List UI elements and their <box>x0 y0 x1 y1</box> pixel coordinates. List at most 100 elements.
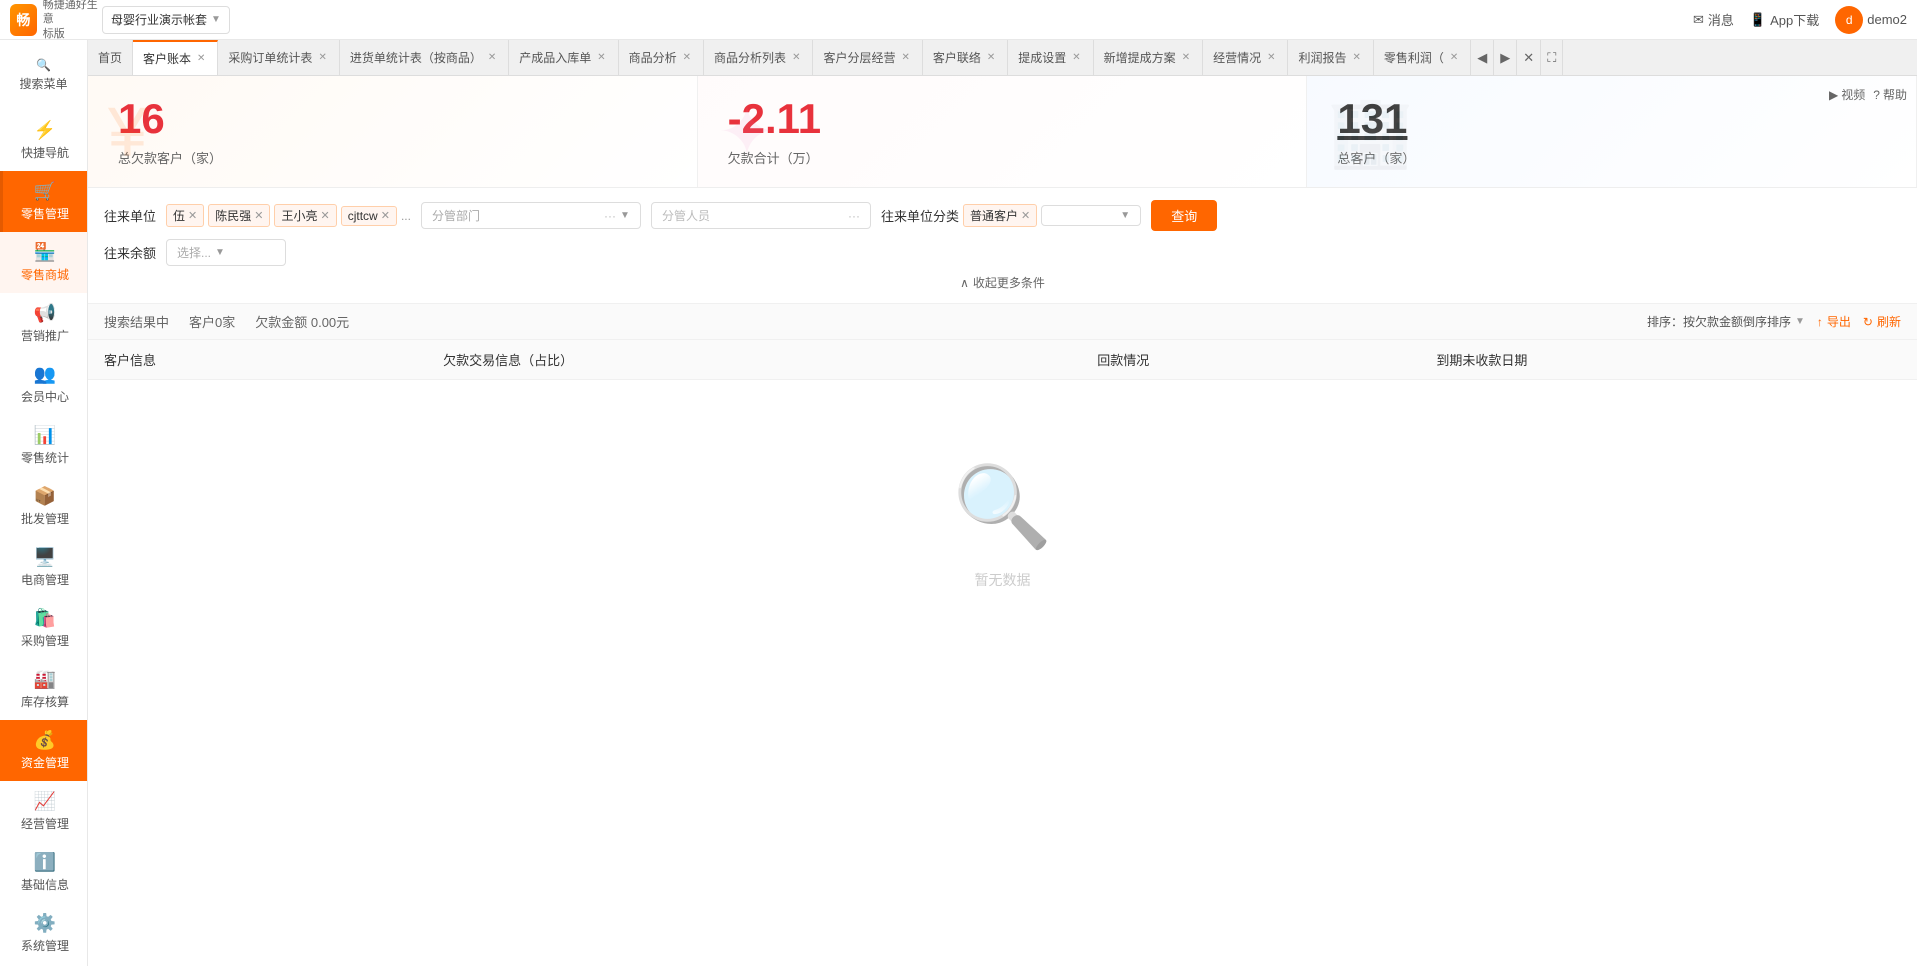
tab-home[interactable]: 首页 <box>88 40 133 76</box>
tab-retail-profit[interactable]: 零售利润（ ✕ <box>1374 40 1471 76</box>
classify-tag-normal: 普通客户 ✕ <box>963 204 1037 227</box>
receivable-amount: 欠款金额 0.00元 <box>255 312 349 331</box>
tab-close-operation-status[interactable]: ✕ <box>1265 51 1277 64</box>
sidebar-item-member[interactable]: 👥 会员中心 <box>0 354 87 415</box>
tab-goods-analysis-list[interactable]: 商品分析列表 ✕ <box>704 40 813 76</box>
capital-icon: 💰 <box>34 730 56 751</box>
tab-customer-tier[interactable]: 客户分层经营 ✕ <box>813 40 922 76</box>
balance-chevron-icon: ▼ <box>215 247 225 258</box>
video-icon: ▶ <box>1829 88 1838 102</box>
tab-close-retail-profit[interactable]: ✕ <box>1448 51 1460 64</box>
sidebar-item-capital[interactable]: 💰 资金管理 <box>0 720 87 781</box>
tab-close-customer-tier[interactable]: ✕ <box>899 51 911 64</box>
filter-area: 往来单位 伍 ✕ 陈民强 ✕ 王小亮 <box>88 188 1917 304</box>
sidebar-search-area: 🔍 搜索菜单 <box>0 40 87 110</box>
tab-profit-report[interactable]: 利润报告 ✕ <box>1288 40 1373 76</box>
unit-tag-more[interactable]: ... <box>401 209 411 223</box>
tab-close-accounts-receivable[interactable]: ✕ <box>195 52 207 65</box>
classify-dropdown[interactable]: ▼ <box>1041 205 1141 226</box>
classify-tag-close[interactable]: ✕ <box>1021 209 1030 222</box>
tab-close-profit-report[interactable]: ✕ <box>1351 51 1363 64</box>
tab-product-inbound[interactable]: 产成品入库单 ✕ <box>509 40 618 76</box>
tab-close-goods-analysis[interactable]: ✕ <box>681 51 693 64</box>
tab-fullscreen-btn[interactable]: ⛶ <box>1541 40 1563 76</box>
dept-chevron-icon: ▼ <box>620 210 630 221</box>
messages-btn[interactable]: ✉ 消息 <box>1693 10 1734 29</box>
sidebar-item-purchase[interactable]: 🛍️ 采购管理 <box>0 598 87 659</box>
tab-inbound-stats[interactable]: 进货单统计表（按商品） ✕ <box>340 40 509 76</box>
message-icon: ✉ <box>1693 12 1704 28</box>
avatar: d <box>1835 6 1863 34</box>
export-btn[interactable]: ↑ 导出 <box>1817 313 1851 330</box>
wholesale-icon: 📦 <box>34 486 56 507</box>
unit-tag-cjttcw: cjttcw ✕ <box>341 206 397 226</box>
help-icon: ? <box>1873 88 1880 102</box>
staff-input[interactable]: 分管人员 ··· <box>651 202 871 229</box>
app-download-btn[interactable]: 📱 App下载 <box>1750 10 1819 29</box>
query-button[interactable]: 查询 <box>1151 200 1217 231</box>
sidebar-item-marketing[interactable]: 📢 营销推广 <box>0 293 87 354</box>
unit-tag-chen-close[interactable]: ✕ <box>254 209 263 222</box>
col-customer-info: 客户信息 <box>88 340 427 380</box>
sort-dropdown[interactable]: 排序：按欠款金额倒序排序 ▼ <box>1647 313 1805 330</box>
sidebar-item-retail-stats[interactable]: 📊 零售统计 <box>0 415 87 476</box>
sidebar-item-retail-mall[interactable]: 🏪 零售商城 <box>0 232 87 293</box>
sidebar-item-wholesale[interactable]: 📦 批发管理 <box>0 476 87 537</box>
tab-close-purchase-stats[interactable]: ✕ <box>316 51 328 64</box>
help-btn[interactable]: ? 帮助 <box>1873 86 1907 103</box>
sidebar-item-basic-info[interactable]: ℹ️ 基础信息 <box>0 842 87 903</box>
result-bar: 搜索结果中 客户0家 欠款金额 0.00元 排序：按欠款金额倒序排序 ▼ ↑ 导… <box>88 304 1917 340</box>
sort-chevron-icon: ▼ <box>1795 316 1805 327</box>
tab-operation-status[interactable]: 经营情况 ✕ <box>1203 40 1288 76</box>
tab-close-product-inbound[interactable]: ✕ <box>595 51 607 64</box>
tab-close-goods-analysis-list[interactable]: ✕ <box>790 51 802 64</box>
search-menu-btn[interactable]: 🔍 搜索菜单 <box>6 50 81 100</box>
tab-accounts-receivable[interactable]: 客户账本 ✕ <box>133 40 218 76</box>
tab-promotion-settings[interactable]: 提成设置 ✕ <box>1008 40 1093 76</box>
tab-bar: 首页 客户账本 ✕ 采购订单统计表 ✕ 进货单统计表（按商品） ✕ 产成品入库单… <box>88 40 1917 76</box>
video-btn[interactable]: ▶ 视频 <box>1829 86 1865 103</box>
unit-tags: 伍 ✕ 陈民强 ✕ 王小亮 ✕ <box>166 204 411 227</box>
sidebar-item-system[interactable]: ⚙️ 系统管理 <box>0 903 87 964</box>
system-icon: ⚙️ <box>34 913 56 934</box>
collapse-btn[interactable]: ∧ 收起更多条件 <box>104 274 1901 291</box>
sidebar-item-quick-nav[interactable]: ⚡ 快捷导航 <box>0 110 87 171</box>
sidebar: 🔍 搜索菜单 ⚡ 快捷导航 🛒 零售管理 🏪 零售商城 📢 营销推广 <box>0 40 88 966</box>
unit-tag-wang-close[interactable]: ✕ <box>321 209 330 222</box>
sort-label: 排序：按欠款金额倒序排序 <box>1647 313 1791 330</box>
tab-add-promotion[interactable]: 新增提成方案 ✕ <box>1094 40 1203 76</box>
tab-close-customer-contact[interactable]: ✕ <box>985 51 997 64</box>
top-bar-right: ✉ 消息 📱 App下载 d demo2 <box>1693 6 1907 34</box>
tab-customer-contact[interactable]: 客户联络 ✕ <box>923 40 1008 76</box>
unit-tag-wu-close[interactable]: ✕ <box>188 209 197 222</box>
tab-close-all-btn[interactable]: ✕ <box>1517 40 1541 76</box>
tab-next-btn[interactable]: ▶ <box>1494 40 1517 76</box>
account-selector[interactable]: 母婴行业演示帐套 ▼ <box>102 6 230 34</box>
tab-prev-btn[interactable]: ◀ <box>1471 40 1494 76</box>
unit-filter-label: 往来单位 <box>104 206 156 225</box>
quick-nav-icon: ⚡ <box>34 120 56 141</box>
unit-tag-cjttcw-close[interactable]: ✕ <box>381 209 390 222</box>
sidebar-item-inventory[interactable]: 🏭 库存核算 <box>0 659 87 720</box>
tab-close-promotion-settings[interactable]: ✕ <box>1070 51 1082 64</box>
data-table: 客户信息 欠款交易信息（占比） 回款情况 到期未收款日期 <box>88 340 1917 380</box>
sidebar-item-ecommerce[interactable]: 🖥️ 电商管理 <box>0 537 87 598</box>
sidebar-item-operation[interactable]: 📈 经营管理 <box>0 781 87 842</box>
classify-chevron-icon: ▼ <box>1120 210 1130 221</box>
tab-close-add-promotion[interactable]: ✕ <box>1180 51 1192 64</box>
user-profile[interactable]: d demo2 <box>1835 6 1907 34</box>
sidebar-item-retail-mgmt[interactable]: 🛒 零售管理 <box>0 171 87 232</box>
tab-goods-analysis[interactable]: 商品分析 ✕ <box>619 40 704 76</box>
header-actions: ▶ 视频 ? 帮助 <box>1829 86 1907 103</box>
inventory-icon: 🏭 <box>34 669 56 690</box>
tab-purchase-stats[interactable]: 采购订单统计表 ✕ <box>218 40 339 76</box>
retail-mall-icon: 🏪 <box>34 242 56 263</box>
dept-dropdown[interactable]: 分管部门 ··· ▼ <box>421 202 641 229</box>
balance-select[interactable]: 选择... ▼ <box>166 239 286 266</box>
refresh-btn[interactable]: ↻ 刷新 <box>1863 313 1901 330</box>
classify-group: 往来单位分类 普通客户 ✕ ▼ <box>881 204 1141 227</box>
tab-close-inbound-stats[interactable]: ✕ <box>486 51 498 64</box>
retail-mgmt-icon: 🛒 <box>34 181 56 202</box>
unit-tag-wu: 伍 ✕ <box>166 204 204 227</box>
unit-tag-chen: 陈民强 ✕ <box>208 204 270 227</box>
